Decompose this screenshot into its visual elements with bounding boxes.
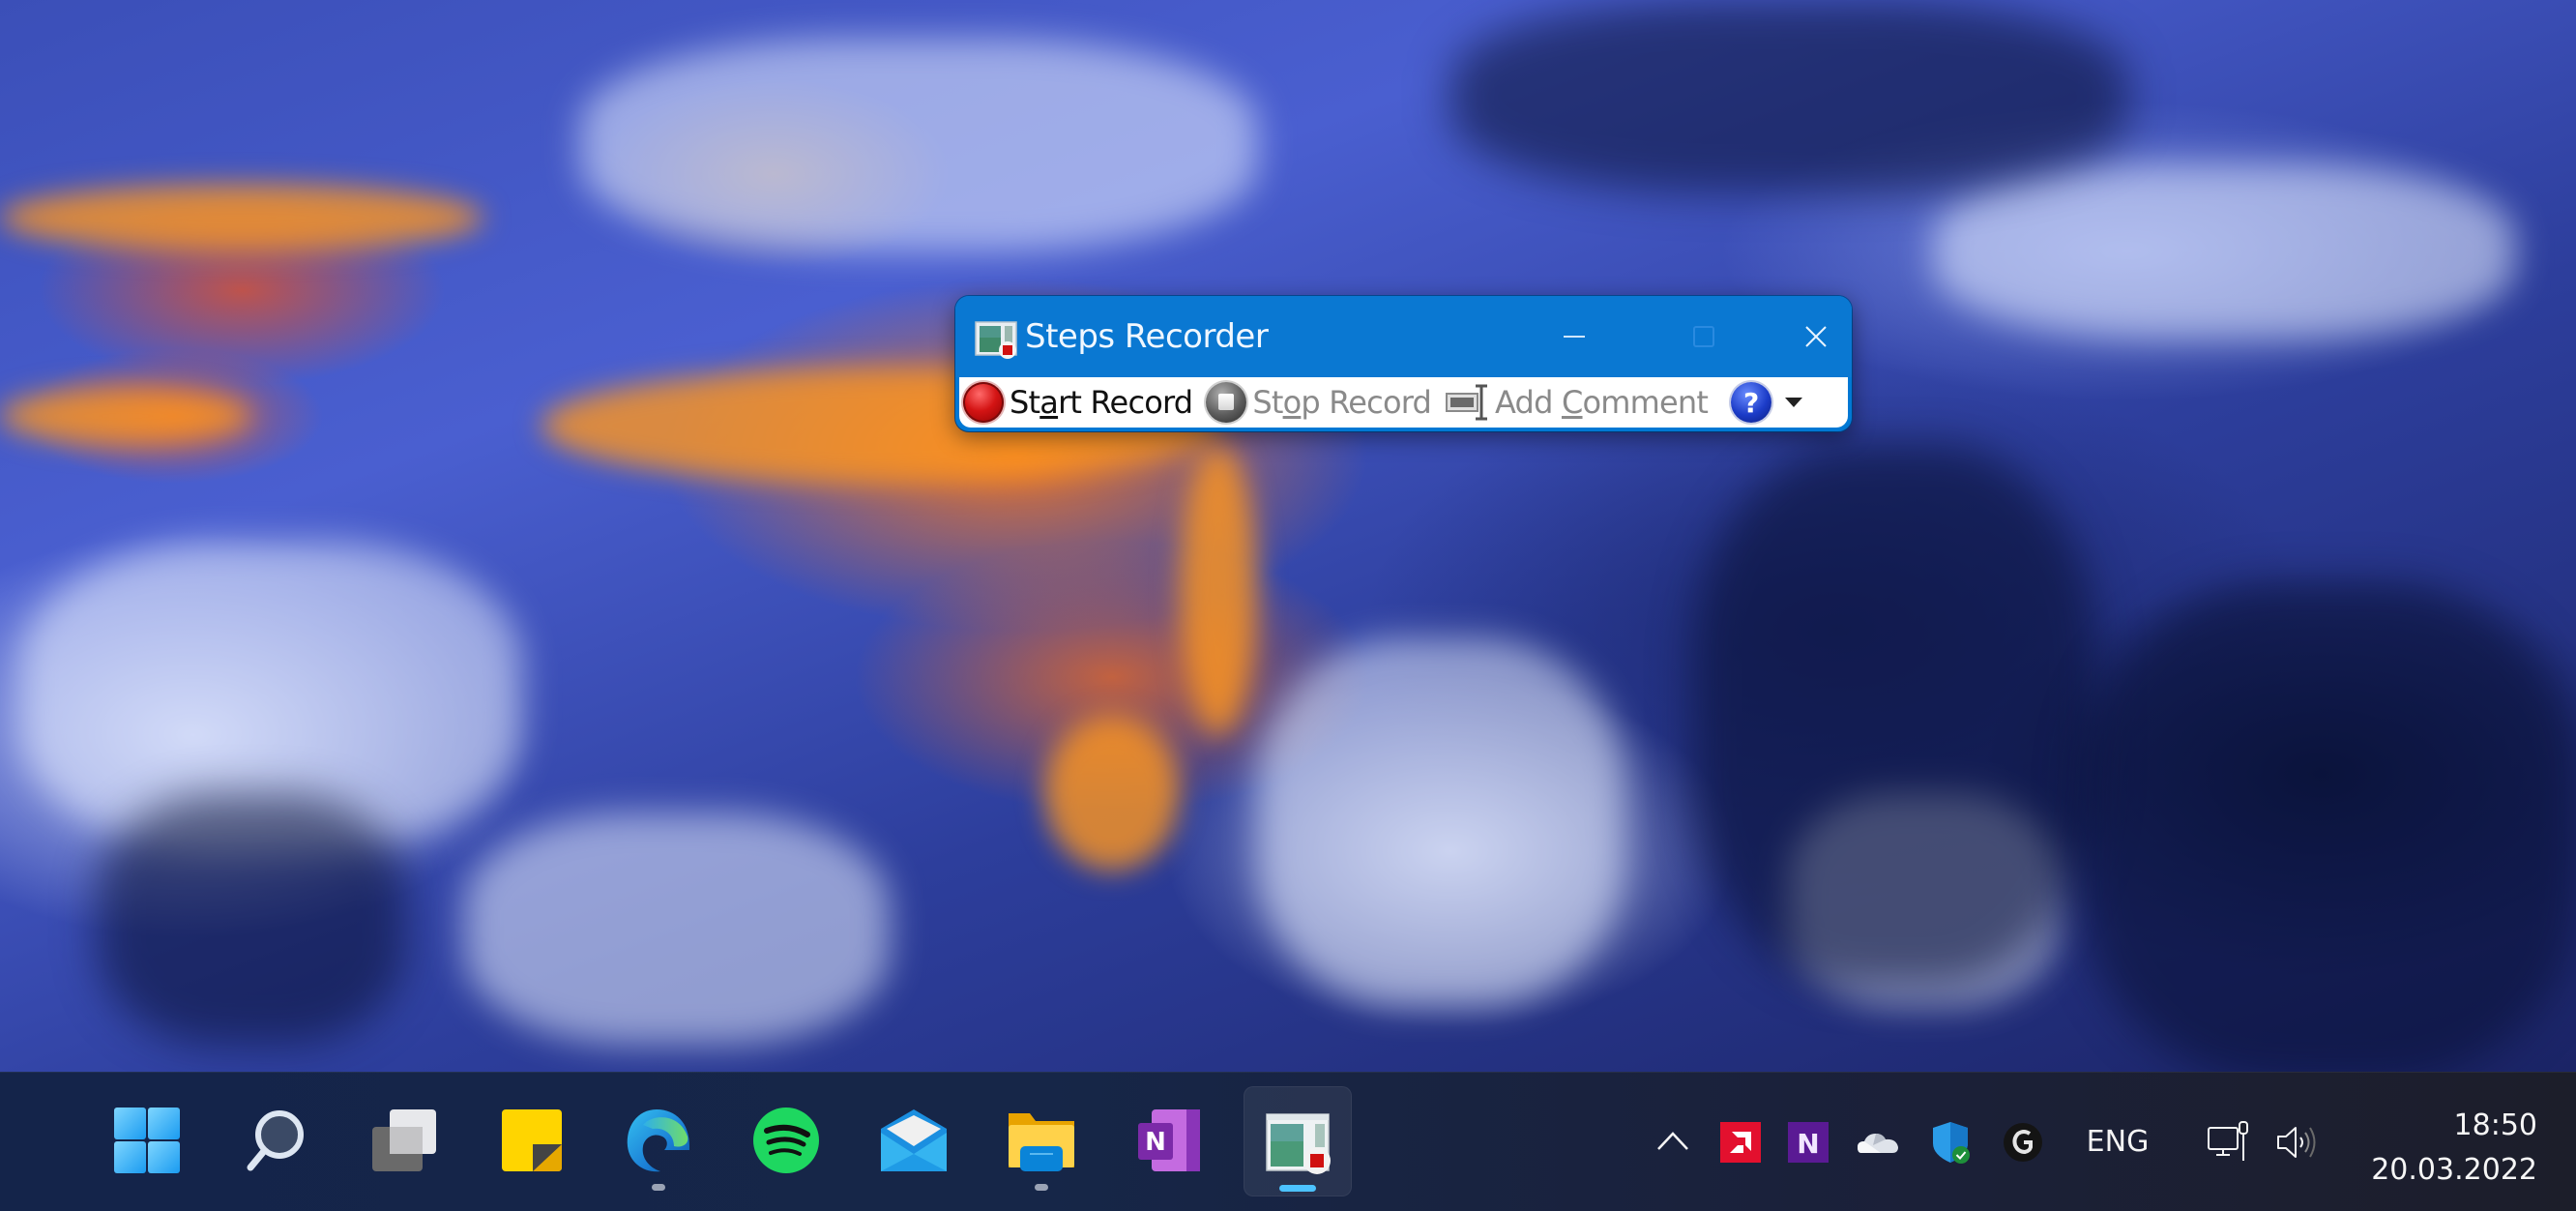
search-icon [247, 1110, 304, 1171]
taskbar-app-mail[interactable] [861, 1086, 967, 1195]
wallpaper-forest [97, 793, 406, 1045]
taskbar: N N ENG 18:50 20.03.2022 [0, 1072, 2576, 1211]
amd-icon [1720, 1121, 1761, 1163]
wallpaper-snowfield [464, 812, 890, 1045]
taskbar-clock[interactable]: 18:50 20.03.2022 [2371, 1104, 2537, 1193]
start-record-label: Start Record [1010, 384, 1193, 421]
clock-time: 18:50 [2453, 1108, 2537, 1142]
stop-icon [1206, 382, 1247, 423]
title-bar[interactable]: Steps Recorder [955, 296, 1852, 377]
tray-onenote[interactable]: N [1781, 1073, 1835, 1211]
taskbar-app-sticky-notes[interactable] [478, 1086, 584, 1195]
taskbar-app-edge[interactable] [605, 1086, 712, 1195]
taskbar-app-onenote[interactable]: N [1116, 1086, 1222, 1195]
taskbar-search-button[interactable] [222, 1086, 329, 1195]
wallpaper-town-lights [0, 387, 251, 445]
taskbar-task-view-button[interactable] [350, 1086, 456, 1195]
taskbar-app-spotify[interactable] [733, 1086, 839, 1195]
clock-date: 20.03.2022 [2371, 1153, 2537, 1187]
mail-icon [881, 1109, 947, 1171]
wallpaper-snowfield [1934, 164, 2514, 339]
language-label: ENG [2086, 1125, 2150, 1159]
windows-security-icon [1933, 1121, 1970, 1164]
input-language-indicator[interactable]: ENG [2069, 1073, 2166, 1211]
tray-amd-software[interactable] [1713, 1073, 1768, 1211]
help-icon: ? [1743, 386, 1760, 419]
close-icon [1804, 326, 1827, 347]
stop-record-button: Stop Record [1192, 377, 1432, 428]
steps-recorder-icon [1266, 1113, 1331, 1174]
running-indicator [652, 1184, 665, 1191]
svg-text:N: N [1145, 1128, 1166, 1157]
wallpaper-town-lights [1180, 445, 1257, 735]
windows-start-icon [114, 1108, 180, 1173]
wallpaper-snowfield [1257, 638, 1625, 1006]
wallpaper-mountain-shadow [1692, 445, 2098, 987]
start-record-button[interactable]: Start Record [959, 377, 1193, 428]
file-explorer-icon [1009, 1113, 1074, 1171]
wallpaper-mountain-shadow [2079, 580, 2576, 1072]
record-icon [963, 382, 1004, 423]
taskbar-app-file-explorer[interactable] [988, 1086, 1095, 1195]
close-button[interactable] [1779, 296, 1852, 377]
maximize-icon [1693, 326, 1714, 347]
show-hidden-icons-button[interactable] [1644, 1073, 1702, 1211]
tray-windows-security[interactable] [1922, 1073, 1980, 1211]
tray-network[interactable] [2201, 1073, 2257, 1211]
tray-logitech-g-hub[interactable] [1996, 1073, 2050, 1211]
minimize-icon [1564, 336, 1585, 338]
toolbar: Start Record Stop Record Add Comment ? [959, 377, 1848, 428]
volume-icon [2277, 1126, 2316, 1158]
desktop-wallpaper [0, 0, 2576, 1072]
steps-recorder-window: Steps Recorder Start Record Stop Record [955, 296, 1852, 431]
settings-dropdown-arrow[interactable] [1785, 398, 1803, 407]
add-comment-button: Add Comment [1431, 377, 1709, 428]
active-indicator [1279, 1185, 1316, 1192]
help-button[interactable]: ? [1731, 382, 1772, 423]
stop-record-label: Stop Record [1252, 384, 1432, 421]
chevron-up-icon [1657, 1131, 1688, 1150]
tray-onedrive[interactable] [1849, 1073, 1907, 1211]
onenote-icon: N [1138, 1109, 1200, 1171]
wallpaper-town-lights [1044, 716, 1180, 871]
running-indicator [1035, 1184, 1048, 1191]
wallpaper-mountain-shadow [1450, 0, 2127, 193]
task-view-icon [372, 1109, 436, 1171]
tray-volume[interactable] [2269, 1073, 2325, 1211]
taskbar-start-button[interactable] [94, 1086, 200, 1195]
add-comment-icon [1446, 384, 1488, 421]
logitech-g-hub-icon [2004, 1122, 2042, 1162]
minimize-button[interactable] [1516, 296, 1632, 377]
wallpaper-town-lights [0, 184, 483, 251]
taskbar-app-steps-recorder[interactable] [1244, 1086, 1352, 1196]
add-comment-label: Add Comment [1495, 384, 1709, 421]
onedrive-icon [1858, 1133, 1898, 1153]
window-title: Steps Recorder [1025, 317, 1269, 356]
svg-text:N: N [1797, 1128, 1819, 1160]
sticky-notes-icon [502, 1109, 562, 1171]
maximize-button [1646, 296, 1762, 377]
ethernet-icon [2208, 1120, 2248, 1161]
edge-icon [627, 1109, 689, 1172]
onenote-tray-icon: N [1788, 1121, 1829, 1163]
spotify-icon [753, 1108, 819, 1173]
wallpaper-snowfield [580, 39, 1257, 251]
steps-recorder-icon [975, 321, 1017, 359]
